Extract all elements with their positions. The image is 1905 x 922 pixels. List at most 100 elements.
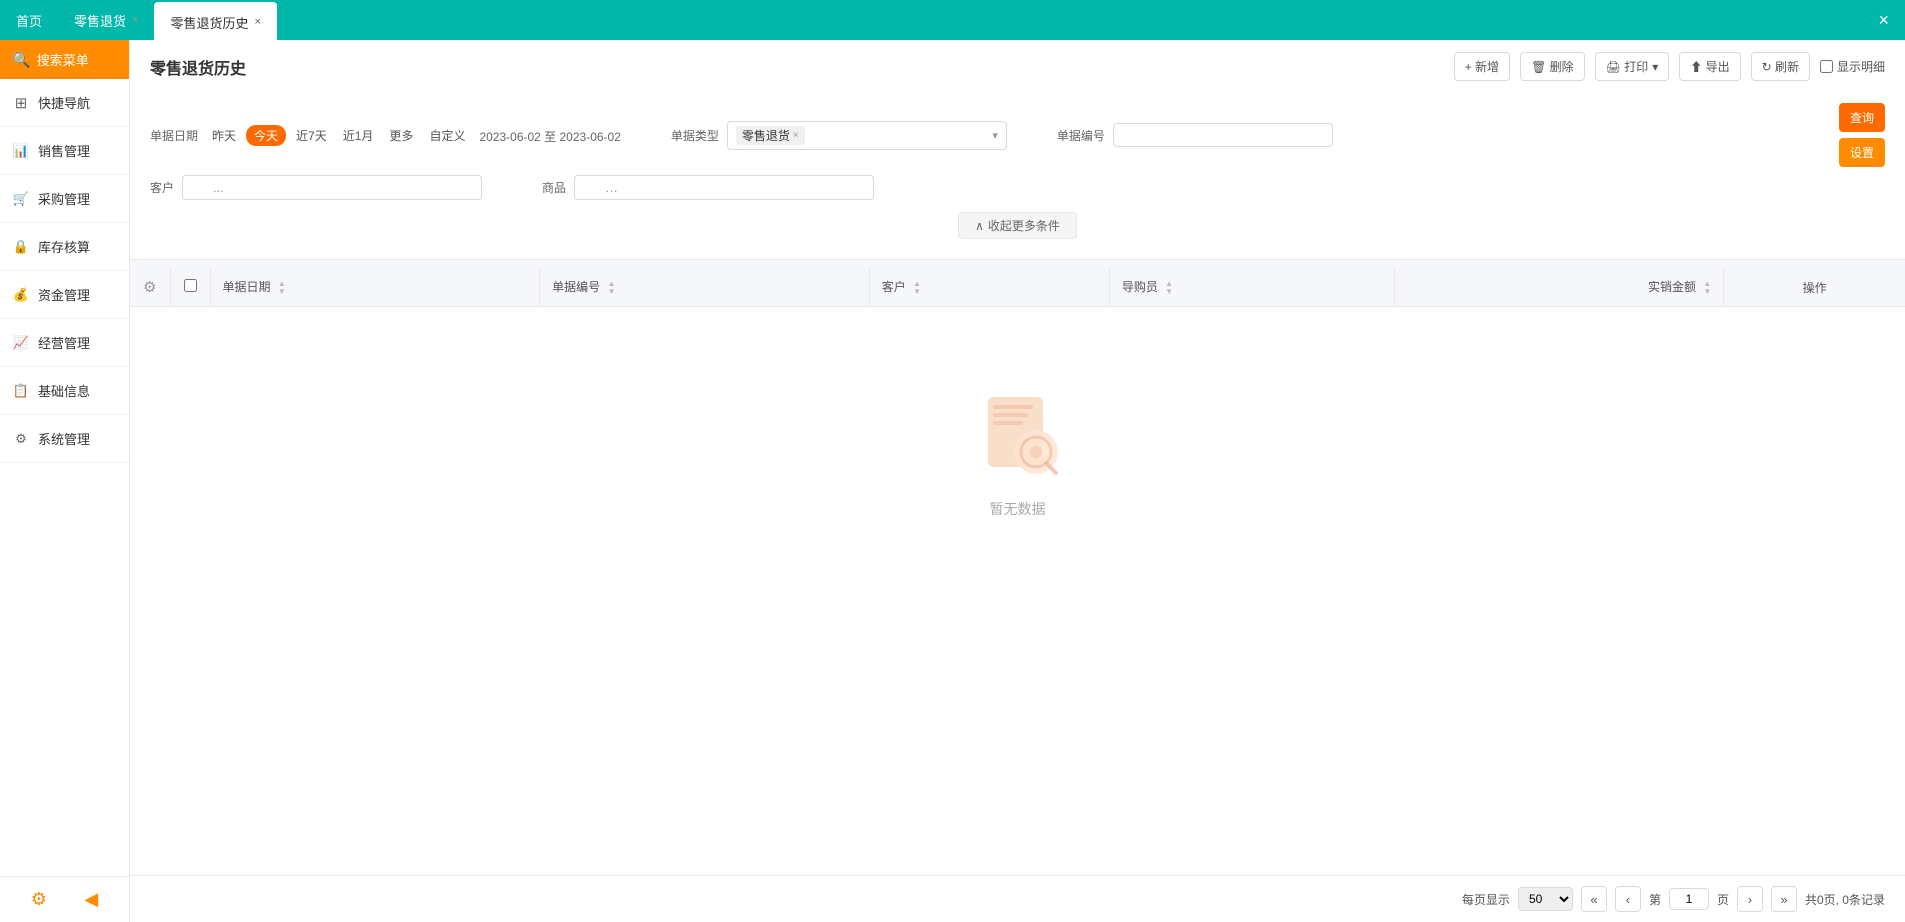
show-detail-checkbox[interactable]	[1820, 60, 1833, 73]
table-header-row: ⚙ 单据日期 ▲▼ 单据编号	[130, 268, 1905, 307]
sidebar-item-inventory[interactable]: 🔒 库存核算	[0, 223, 129, 271]
yesterday-btn[interactable]: 昨天	[206, 125, 242, 146]
doctype-select[interactable]: 零售退货 × ▾	[727, 121, 1007, 150]
guide-sort[interactable]: ▲▼	[1165, 280, 1173, 296]
finance-icon: 💰	[12, 286, 30, 304]
filter-row-1: 单据日期 昨天 今天 近7天 近1月 更多 自定义 2023-06-02 至 2…	[150, 103, 1885, 167]
window-close-icon[interactable]: ×	[1878, 10, 1889, 31]
sidebar-item-sales-mgmt[interactable]: 📊 销售管理	[0, 127, 129, 175]
sidebar-item-quick-nav[interactable]: ⊞ 快捷导航	[0, 79, 129, 127]
date-label: 单据日期	[150, 127, 198, 144]
th-doc-date[interactable]: 单据日期 ▲▼	[210, 268, 540, 307]
filter-date-group: 单据日期 昨天 今天 近7天 近1月 更多 自定义 2023-06-02 至 2…	[150, 125, 621, 146]
delete-button[interactable]: 🗑 删除	[1520, 52, 1585, 81]
last-page-btn[interactable]: »	[1771, 886, 1797, 912]
new-button[interactable]: + 新增	[1454, 52, 1510, 81]
filter-goods-group: 商品 …	[542, 175, 874, 200]
system-mgmt-icon: ⚙	[12, 430, 30, 448]
tab-home[interactable]: 首页	[0, 0, 58, 40]
export-button[interactable]: ⬆ 导出	[1679, 52, 1740, 81]
last7-btn[interactable]: 近7天	[290, 125, 333, 146]
page-label: 第	[1649, 891, 1661, 908]
amount-sort[interactable]: ▲▼	[1703, 280, 1711, 296]
operations-icon: 📈	[12, 334, 30, 352]
print-dropdown-icon: ▾	[1652, 60, 1658, 74]
goods-input[interactable]: …	[574, 175, 874, 200]
th-customer[interactable]: 客户 ▲▼	[869, 268, 1109, 307]
sidebar-item-basic-info[interactable]: 📋 基础信息	[0, 367, 129, 415]
doc-date-sort[interactable]: ▲▼	[278, 280, 286, 296]
empty-icon	[968, 387, 1068, 487]
content-area: 零售退货历史 + 新增 🗑 删除 🖨 打印 ▾ ⬆ 导出 ↻ 刷新 显示明细	[130, 40, 1905, 922]
quick-nav-icon: ⊞	[12, 94, 30, 112]
data-table: ⚙ 单据日期 ▲▼ 单据编号	[130, 268, 1905, 599]
empty-state-row: 暂无数据	[130, 307, 1905, 600]
collapse-sidebar-icon[interactable]: ◀	[84, 889, 98, 910]
pagination-bar: 每页显示 50 10 20 100 « ‹ 第 页 › » 共0页, 0条记录	[130, 875, 1905, 922]
search-icon: 🔍	[12, 51, 31, 69]
customer-label: 客户	[150, 179, 174, 196]
print-button[interactable]: 🖨 打印 ▾	[1595, 52, 1670, 81]
empty-text: 暂无数据	[990, 499, 1046, 519]
date-range-display: 2023-06-02 至 2023-06-02	[479, 128, 620, 145]
sidebar-search[interactable]: 🔍 搜索菜单	[0, 40, 129, 79]
tab-retail-return-history-close[interactable]: ×	[254, 16, 260, 28]
select-all-checkbox[interactable]	[184, 279, 197, 292]
filter-customer-group: 客户 ...	[150, 175, 482, 200]
doc-no-sort[interactable]: ▲▼	[608, 280, 616, 296]
table-container: ⚙ 单据日期 ▲▼ 单据编号	[130, 268, 1905, 875]
sidebar-item-system-mgmt[interactable]: ⚙ 系统管理	[0, 415, 129, 463]
first-page-btn[interactable]: «	[1581, 886, 1607, 912]
sales-mgmt-icon: 📊	[12, 142, 30, 160]
filter-row-2: 客户 ... 商品 …	[150, 175, 1885, 200]
refresh-button[interactable]: ↻ 刷新	[1751, 52, 1810, 81]
query-button[interactable]: 查询	[1839, 103, 1885, 132]
sidebar-item-finance[interactable]: 💰 资金管理	[0, 271, 129, 319]
page-title-row: 零售退货历史 + 新增 🗑 删除 🖨 打印 ▾ ⬆ 导出 ↻ 刷新 显示明细	[150, 52, 1885, 81]
date-buttons: 昨天 今天 近7天 近1月 更多 自定义	[206, 125, 471, 146]
th-amount[interactable]: 实销金额 ▲▼	[1394, 268, 1724, 307]
empty-state: 暂无数据	[130, 307, 1905, 599]
page-suffix: 页	[1717, 891, 1729, 908]
purchase-mgmt-icon: 🛒	[12, 190, 30, 208]
tab-retail-return-close[interactable]: ×	[132, 14, 138, 26]
sidebar-nav: ⊞ 快捷导航 📊 销售管理 🛒 采购管理 🔒 库存核算 💰 资金管理 📈	[0, 79, 129, 876]
settings-icon[interactable]: ⚙	[31, 889, 47, 910]
today-btn[interactable]: 今天	[246, 125, 286, 146]
doctype-label: 单据类型	[671, 127, 719, 144]
more-btn[interactable]: 更多	[383, 125, 419, 146]
th-action: 操作	[1724, 268, 1905, 307]
custom-btn[interactable]: 自定义	[423, 125, 471, 146]
filter-doctype-group: 单据类型 零售退货 × ▾	[671, 121, 1007, 150]
top-tab-bar: 首页 零售退货 × 零售退货历史 × ×	[0, 0, 1905, 40]
sidebar-item-purchase-mgmt[interactable]: 🛒 采购管理	[0, 175, 129, 223]
show-detail-checkbox-label[interactable]: 显示明细	[1820, 58, 1885, 75]
last1m-btn[interactable]: 近1月	[337, 125, 380, 146]
sidebar-bottom: ⚙ ◀	[0, 876, 129, 922]
docno-input[interactable]	[1113, 123, 1333, 147]
th-checkbox[interactable]	[170, 268, 210, 307]
page-num-input[interactable]	[1669, 888, 1709, 910]
toolbar: + 新增 🗑 删除 🖨 打印 ▾ ⬆ 导出 ↻ 刷新 显示明细	[1454, 52, 1885, 81]
settings-button[interactable]: 设置	[1839, 138, 1885, 167]
tab-retail-return-history[interactable]: 零售退货历史 ×	[154, 2, 276, 42]
doctype-tag: 零售退货 ×	[736, 126, 805, 145]
collapse-button[interactable]: ∧ 收起更多条件	[958, 212, 1077, 239]
filter-area: 单据日期 昨天 今天 近7天 近1月 更多 自定义 2023-06-02 至 2…	[150, 93, 1885, 259]
th-setting[interactable]: ⚙	[130, 268, 170, 307]
basic-info-icon: 📋	[12, 382, 30, 400]
collapse-icon: ∧	[975, 219, 984, 233]
prev-page-btn[interactable]: ‹	[1615, 886, 1641, 912]
page-size-select[interactable]: 50 10 20 100	[1518, 887, 1573, 911]
customer-sort[interactable]: ▲▼	[913, 280, 921, 296]
page-size-label: 每页显示	[1462, 891, 1510, 908]
th-doc-no[interactable]: 单据编号 ▲▼	[540, 268, 870, 307]
doctype-select-arrow: ▾	[992, 129, 998, 142]
next-page-btn[interactable]: ›	[1737, 886, 1763, 912]
customer-input[interactable]: ...	[182, 175, 482, 200]
doctype-tag-close[interactable]: ×	[793, 130, 799, 141]
th-guide[interactable]: 导购员 ▲▼	[1109, 268, 1394, 307]
tab-retail-return[interactable]: 零售退货 ×	[58, 0, 154, 40]
page-header: 零售退货历史 + 新增 🗑 删除 🖨 打印 ▾ ⬆ 导出 ↻ 刷新 显示明细	[130, 40, 1905, 260]
sidebar-item-operations[interactable]: 📈 经营管理	[0, 319, 129, 367]
